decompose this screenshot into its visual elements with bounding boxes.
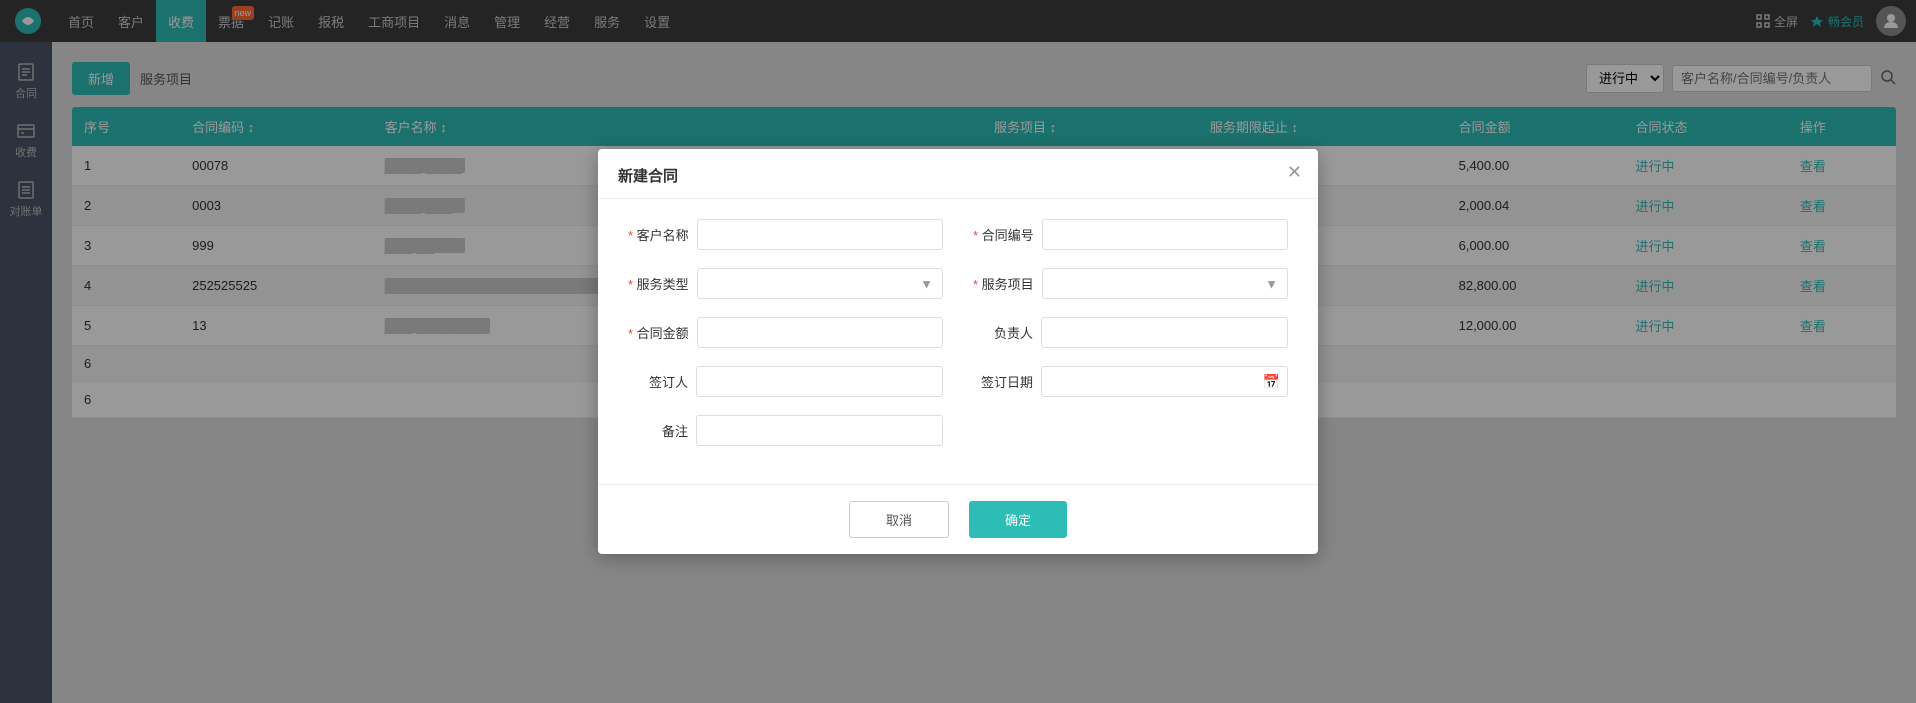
signer-label: 签订人 [628,372,688,391]
cancel-button[interactable]: 取消 [849,501,949,538]
contract-amount-input[interactable]: 0.00 [697,317,943,348]
modal-title: 新建合同 [598,149,1318,199]
contract-amount-label: 合同金额 [628,323,689,342]
form-group-service-item: 服务项目 ▼ [973,268,1288,299]
signer-input[interactable] [696,366,943,397]
confirm-button[interactable]: 确定 [969,501,1067,538]
sign-date-wrapper: 2023-06-06 📅 [1041,366,1288,397]
responsible-person-input[interactable] [1041,317,1288,348]
form-group-amount: 合同金额 0.00 [628,317,943,348]
service-type-select-wrapper: ▼ [697,268,943,299]
service-item-label: 服务项目 [973,274,1034,293]
form-row-4: 签订人 签订日期 2023-06-06 📅 [628,366,1288,397]
service-item-select[interactable] [1042,268,1288,299]
customer-name-input[interactable] [697,219,943,250]
form-group-signer: 签订人 [628,366,943,397]
responsible-person-label: 负责人 [973,323,1033,342]
service-item-select-wrapper: ▼ [1042,268,1288,299]
modal-overlay: 新建合同 ✕ 客户名称 合同编号 服务类型 ▼ [0,0,1916,703]
form-row-3: 合同金额 0.00 负责人 [628,317,1288,348]
sign-date-label: 签订日期 [973,372,1033,391]
form-row-5: 备注 [628,415,1288,446]
remark-input[interactable] [696,415,943,446]
new-contract-modal: 新建合同 ✕ 客户名称 合同编号 服务类型 ▼ [598,149,1318,554]
form-group-service-type: 服务类型 ▼ [628,268,943,299]
form-group-responsible: 负责人 [973,317,1288,348]
service-type-label: 服务类型 [628,274,689,293]
contract-no-input[interactable] [1042,219,1288,250]
form-row-2: 服务类型 ▼ 服务项目 ▼ [628,268,1288,299]
form-row-1: 客户名称 合同编号 [628,219,1288,250]
sign-date-input[interactable]: 2023-06-06 [1041,366,1288,397]
remark-label: 备注 [628,421,688,440]
form-group-remark: 备注 [628,415,943,446]
customer-name-label: 客户名称 [628,225,689,244]
contract-no-label: 合同编号 [973,225,1034,244]
form-group-sign-date: 签订日期 2023-06-06 📅 [973,366,1288,397]
modal-close-button[interactable]: ✕ [1287,163,1302,181]
form-group-customer: 客户名称 [628,219,943,250]
form-group-contract-no: 合同编号 [973,219,1288,250]
service-type-select[interactable] [697,268,943,299]
modal-body: 客户名称 合同编号 服务类型 ▼ 服务项目 [598,199,1318,484]
modal-footer: 取消 确定 [598,484,1318,554]
calendar-icon[interactable]: 📅 [1263,373,1280,390]
